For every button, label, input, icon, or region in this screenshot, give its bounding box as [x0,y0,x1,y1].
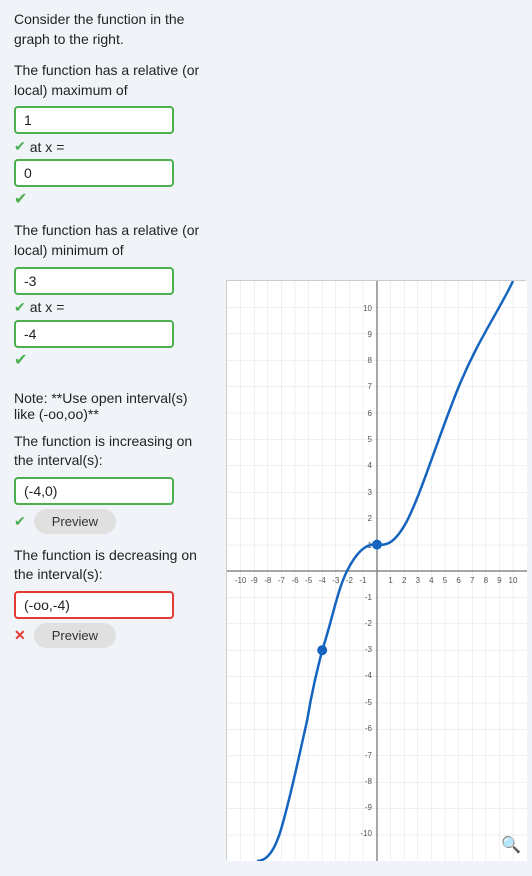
svg-text:-9: -9 [251,576,259,585]
decreasing-section: The function is decreasing on the interv… [14,546,206,648]
left-panel: Consider the function in the graph to th… [0,0,220,876]
svg-text:7: 7 [368,382,373,391]
svg-text:4: 4 [368,461,373,470]
decreasing-label: The function is decreasing on the interv… [14,546,206,585]
decreasing-preview-row: ✕ Preview [14,623,206,648]
svg-text:-3: -3 [332,576,340,585]
svg-text:-2: -2 [365,619,373,628]
at-x-max-row: ✔ at x = [14,138,206,155]
svg-text:-4: -4 [319,576,327,585]
note-text: Note: **Use open interval(s) like (-oo,o… [14,390,206,422]
x-decreasing-icon: ✕ [14,627,26,644]
svg-text:7: 7 [470,576,475,585]
min-section: The function has a relative (or local) m… [14,221,206,369]
svg-text:4: 4 [429,576,434,585]
svg-text:10: 10 [363,304,372,313]
svg-text:3: 3 [368,488,373,497]
svg-text:8: 8 [484,576,489,585]
svg-text:-9: -9 [365,803,373,812]
check-min-icon: ✔ [14,299,26,316]
min-x-input[interactable] [14,320,174,348]
decreasing-preview-button[interactable]: Preview [34,623,116,648]
decreasing-input[interactable] [14,591,174,619]
svg-text:-6: -6 [291,576,299,585]
max-value-input[interactable] [14,106,174,134]
svg-text:3: 3 [416,576,421,585]
svg-text:8: 8 [368,356,373,365]
check-increasing-icon: ✔ [14,513,26,530]
svg-text:-7: -7 [365,751,373,760]
svg-text:2: 2 [368,514,373,523]
svg-text:-5: -5 [365,698,373,707]
right-panel: -10 -9 -8 -7 -6 -5 -4 -3 -2 -1 1 2 3 4 5… [220,0,532,876]
check-max-x-icon: ✔ [14,189,206,209]
svg-text:-8: -8 [264,576,272,585]
svg-text:-3: -3 [365,645,373,654]
svg-text:5: 5 [443,576,448,585]
svg-text:6: 6 [368,409,373,418]
svg-text:-5: -5 [305,576,313,585]
increasing-preview-row: ✔ Preview [14,509,206,534]
svg-text:5: 5 [368,435,373,444]
graph-svg: -10 -9 -8 -7 -6 -5 -4 -3 -2 -1 1 2 3 4 5… [227,281,527,861]
at-x-max-label: at x = [30,139,65,155]
svg-text:-2: -2 [346,576,354,585]
svg-text:-7: -7 [278,576,286,585]
increasing-section: The function is increasing on the interv… [14,432,206,534]
svg-text:6: 6 [456,576,461,585]
svg-text:9: 9 [368,330,373,339]
check-max-icon: ✔ [14,138,26,155]
increasing-input[interactable] [14,477,174,505]
svg-text:9: 9 [497,576,502,585]
note-section: Note: **Use open interval(s) like (-oo,o… [14,390,206,422]
svg-text:2: 2 [402,576,407,585]
svg-text:-6: -6 [365,724,373,733]
max-label: The function has a relative (or local) m… [14,61,206,100]
svg-text:10: 10 [509,576,518,585]
svg-text:-10: -10 [360,829,372,838]
at-x-min-label: at x = [30,299,65,315]
svg-text:-4: -4 [365,671,373,680]
min-label: The function has a relative (or local) m… [14,221,206,260]
check-min-x-icon: ✔ [14,350,206,370]
svg-text:-1: -1 [359,576,367,585]
svg-text:1: 1 [388,576,393,585]
svg-text:-1: -1 [365,593,373,602]
graph-container: -10 -9 -8 -7 -6 -5 -4 -3 -2 -1 1 2 3 4 5… [226,280,526,860]
intro-text: Consider the function in the graph to th… [14,10,206,49]
intro-section: Consider the function in the graph to th… [14,10,206,49]
increasing-preview-button[interactable]: Preview [34,509,116,534]
max-x-input[interactable] [14,159,174,187]
magnify-icon[interactable]: 🔍 [501,835,521,855]
max-section: The function has a relative (or local) m… [14,61,206,209]
min-value-input[interactable] [14,267,174,295]
svg-text:-8: -8 [365,777,373,786]
increasing-label: The function is increasing on the interv… [14,432,206,471]
at-x-min-row: ✔ at x = [14,299,206,316]
svg-text:-10: -10 [235,576,247,585]
